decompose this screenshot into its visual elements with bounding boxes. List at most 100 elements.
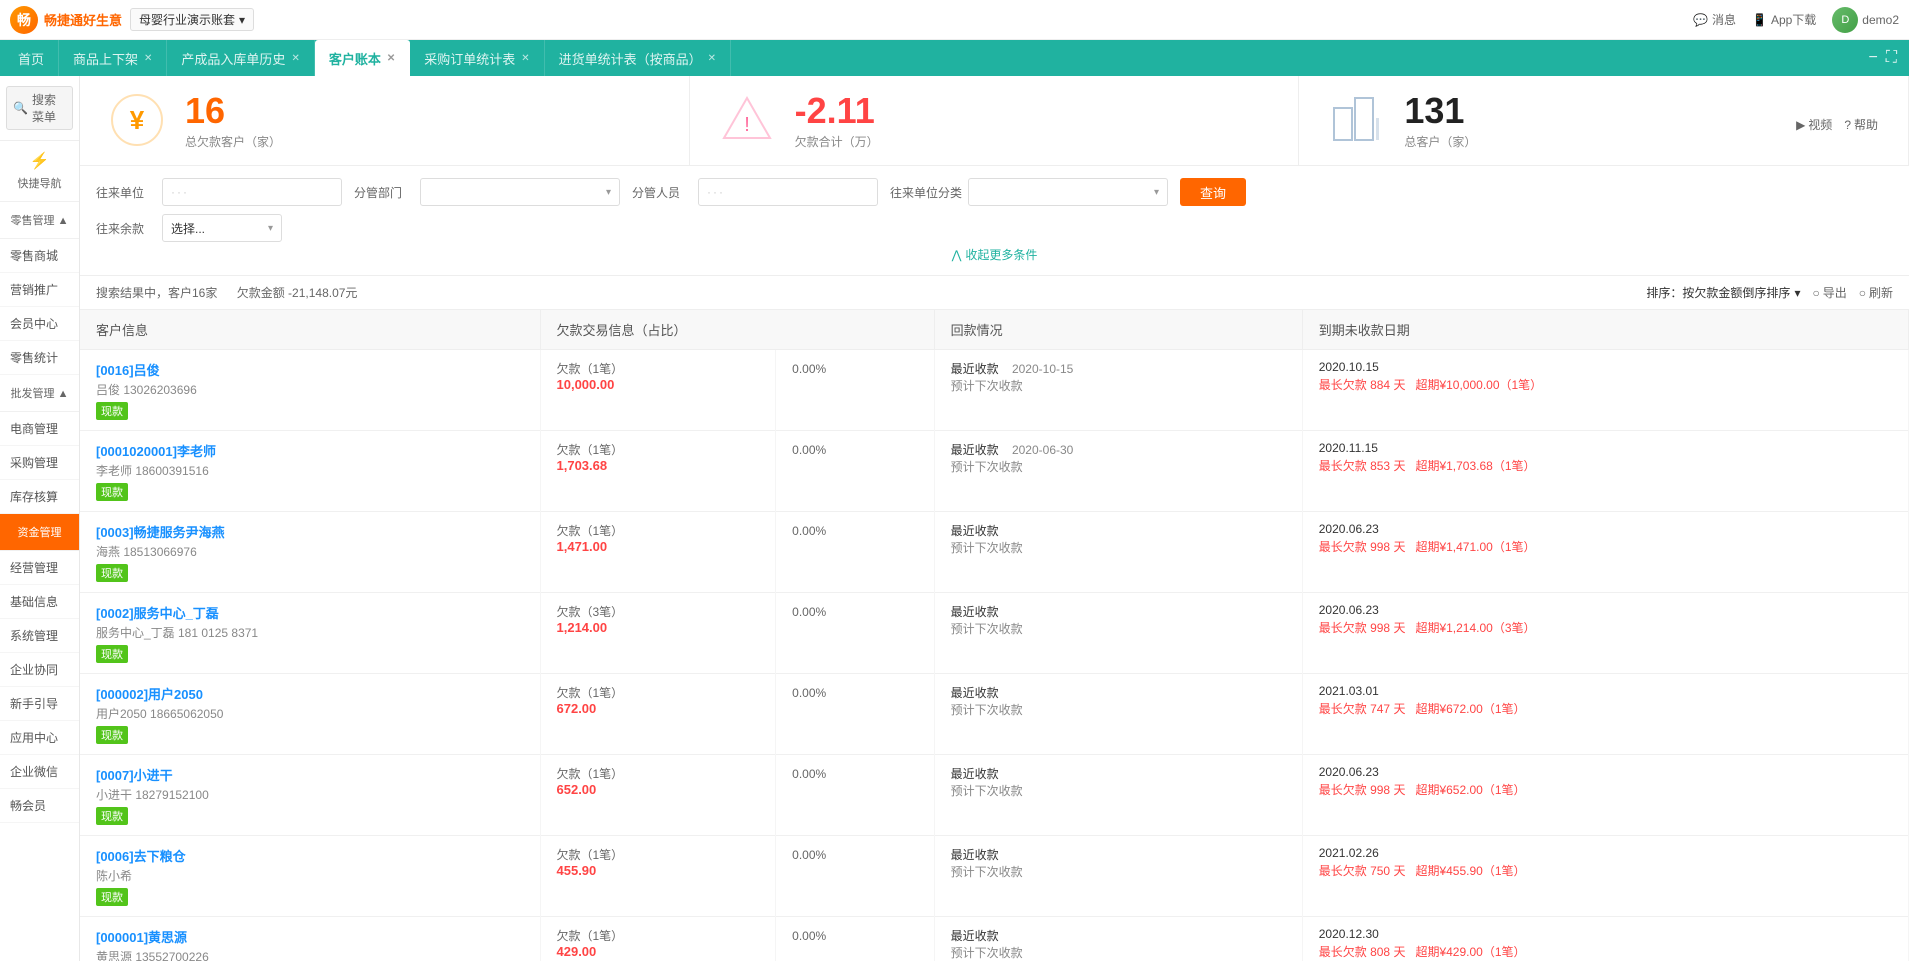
tab-product-listing[interactable]: 商品上下架 ✕ [59,40,167,76]
debt-desc: 欠款（1笔） [557,684,760,701]
collect-label: 最近收款 [951,765,1286,782]
party-dots: ··· [171,185,189,199]
due-date-cell: 2021.03.01 最长欠款 747 天 超期¥672.00（1笔） [1302,674,1908,755]
close-icon[interactable]: ✕ [387,53,395,64]
customer-name[interactable]: [0007]小进干 [96,768,173,783]
results-bar-right: 排序：按欠款金额倒序排序 ▾ ○ 导出 ○ 刷新 [1646,284,1893,301]
sidebar-item-system-mgmt[interactable]: 系统管理 [0,619,79,653]
total-label: 总客户（家） [1404,133,1476,150]
close-icon[interactable]: ✕ [144,53,152,64]
tab-product-history[interactable]: 产成品入库单历史 ✕ [167,40,314,76]
sidebar-item-retail-stats[interactable]: 零售统计 [0,341,79,375]
party-input[interactable]: ··· [162,178,342,206]
due-date: 2020.12.30 [1319,927,1892,941]
overdue-link[interactable]: 超期¥672.00（1笔） [1415,702,1525,716]
overdue-days: 最长欠款 884 天 [1319,378,1412,392]
sidebar-search-box[interactable]: 🔍 搜索菜单 [6,86,73,130]
category-select[interactable]: ▾ [968,178,1168,206]
overdue-link[interactable]: 超期¥1,471.00（1笔） [1415,540,1535,554]
export-button[interactable]: ○ 导出 [1812,284,1846,301]
sidebar-item-enterprise[interactable]: 企业协同 [0,653,79,687]
customer-tag: 现款 [96,564,128,582]
due-date: 2020.11.15 [1319,441,1892,455]
overdue-link[interactable]: 超期¥652.00（1笔） [1415,783,1525,797]
person-label: 分管人员 [632,184,692,201]
sidebar-item-purchase-mgmt[interactable]: 采购管理 [0,446,79,480]
system-mgmt-label: 系统管理 [10,627,58,644]
dept-select[interactable]: ▾ [420,178,620,206]
tab-purchase-order[interactable]: 采购订单统计表 ✕ [410,40,544,76]
balance-select[interactable]: 选择... ▾ [162,214,282,242]
overdue-link[interactable]: 超期¥455.90（1笔） [1415,864,1525,878]
enterprise-label: 企业协同 [10,661,58,678]
customer-name[interactable]: [000002]用户2050 [96,687,203,702]
query-button[interactable]: 查询 [1180,178,1246,206]
video-icon: ▶ [1796,118,1805,132]
due-date-cell: 2020.11.15 最长欠款 853 天 超期¥1,703.68（1笔） [1302,431,1908,512]
sidebar-item-retail-mall[interactable]: 零售商城 [0,239,79,273]
debtors-icon: ¥ [110,93,165,148]
retail-stats-label: 零售统计 [10,349,58,366]
sidebar-item-beginner[interactable]: 新手引导 [0,687,79,721]
close-icon[interactable]: ✕ [291,53,299,64]
message-button[interactable]: 💬 消息 [1693,11,1736,28]
filter-item-dept: 分管部门 ▾ [354,178,620,206]
minimize-icon[interactable]: − [1868,49,1877,67]
retail-mall-label: 零售商城 [10,247,58,264]
person-input[interactable]: ··· [698,178,878,206]
customer-name[interactable]: [000001]黄思源 [96,930,187,945]
topbar: 畅 畅捷通好生意 母婴行业演示账套 ▾ 💬 消息 📱 App下载 D demo2 [0,0,1909,40]
sidebar-item-member-center[interactable]: 会员中心 [0,307,79,341]
debt-desc: 欠款（1笔） [557,846,760,863]
refresh-button[interactable]: ○ 刷新 [1859,284,1893,301]
overdue-link[interactable]: 超期¥10,000.00（1笔） [1415,378,1542,392]
results-summary: 搜索结果中，客户16家 欠款金额 -21,148.07元 [96,284,357,301]
sidebar-item-basic-info[interactable]: 基础信息 [0,585,79,619]
sidebar-item-operations[interactable]: 经营管理 [0,551,79,585]
debt-info-cell: 欠款（1笔） 1,703.68 [540,431,776,512]
sidebar-item-marketing[interactable]: 营销推广 [0,273,79,307]
sidebar-item-retail-mgmt[interactable]: 零售管理 ▲ [0,202,79,239]
customer-name[interactable]: [0003]畅捷服务尹海燕 [96,525,225,540]
sidebar-item-wholesale-mgmt[interactable]: 批发管理 ▲ [0,375,79,412]
tab-home[interactable]: 首页 [4,40,59,76]
sidebar-item-membership[interactable]: 畅会员 [0,789,79,823]
tab-customer-account[interactable]: 客户账本 ✕ [315,40,410,76]
customer-tag: 现款 [96,726,128,744]
sidebar-item-ecommerce[interactable]: 电商管理 [0,412,79,446]
sort-selector[interactable]: 排序：按欠款金额倒序排序 ▾ [1646,284,1800,301]
app-download-button[interactable]: 📱 App下载 [1752,11,1816,28]
party-label: 往来单位 [96,184,156,201]
overdue-link[interactable]: 超期¥1,214.00（3笔） [1415,621,1535,635]
help-button[interactable]: ? 帮助 [1844,116,1878,133]
overdue-link[interactable]: 超期¥1,703.68（1笔） [1415,459,1535,473]
col-due-date: 到期未收款日期 [1302,310,1908,350]
customer-name[interactable]: [0002]服务中心_丁磊 [96,606,219,621]
user-menu[interactable]: D demo2 [1832,7,1899,33]
customer-name[interactable]: [0001020001]李老师 [96,444,216,459]
company-selector[interactable]: 母婴行业演示账套 ▾ [130,8,254,31]
balance-value: 选择... [171,220,205,237]
tab-purchase-stats[interactable]: 进货单统计表（按商品） ✕ [545,40,731,76]
toggle-more-filters[interactable]: ⋀ 收起更多条件 [96,242,1893,267]
tab-label: 进货单统计表（按商品） [559,49,702,68]
customer-sub: 小进干 18279152100 [96,786,524,803]
customer-info-cell: [0007]小进干 小进干 18279152100 现款 [80,755,540,836]
customer-name[interactable]: [0006]去下粮仓 [96,849,186,864]
sidebar-item-finance[interactable]: 资金管理 [0,514,79,551]
collect-date: 2020-06-30 [1012,443,1073,457]
customer-name[interactable]: [0016]吕俊 [96,363,160,378]
debtors-label: 总欠款客户（家） [185,133,281,150]
debt-percent: 0.00% [792,524,917,538]
overdue-link[interactable]: 超期¥429.00（1笔） [1415,945,1525,959]
sidebar-item-wechat[interactable]: 企业微信 [0,755,79,789]
video-button[interactable]: ▶ 视频 [1796,116,1832,133]
maximize-icon[interactable]: ⛶ [1886,49,1897,67]
close-icon[interactable]: ✕ [521,53,529,64]
close-icon[interactable]: ✕ [708,53,716,64]
sidebar-item-app-center[interactable]: 应用中心 [0,721,79,755]
debt-percent: 0.00% [792,929,917,943]
sidebar-item-inventory[interactable]: 库存核算 [0,480,79,514]
sidebar-item-quick-nav[interactable]: ⚡ 快捷导航 [0,141,79,202]
stat-actions: ▶ 视频 ? 帮助 [1796,108,1878,133]
